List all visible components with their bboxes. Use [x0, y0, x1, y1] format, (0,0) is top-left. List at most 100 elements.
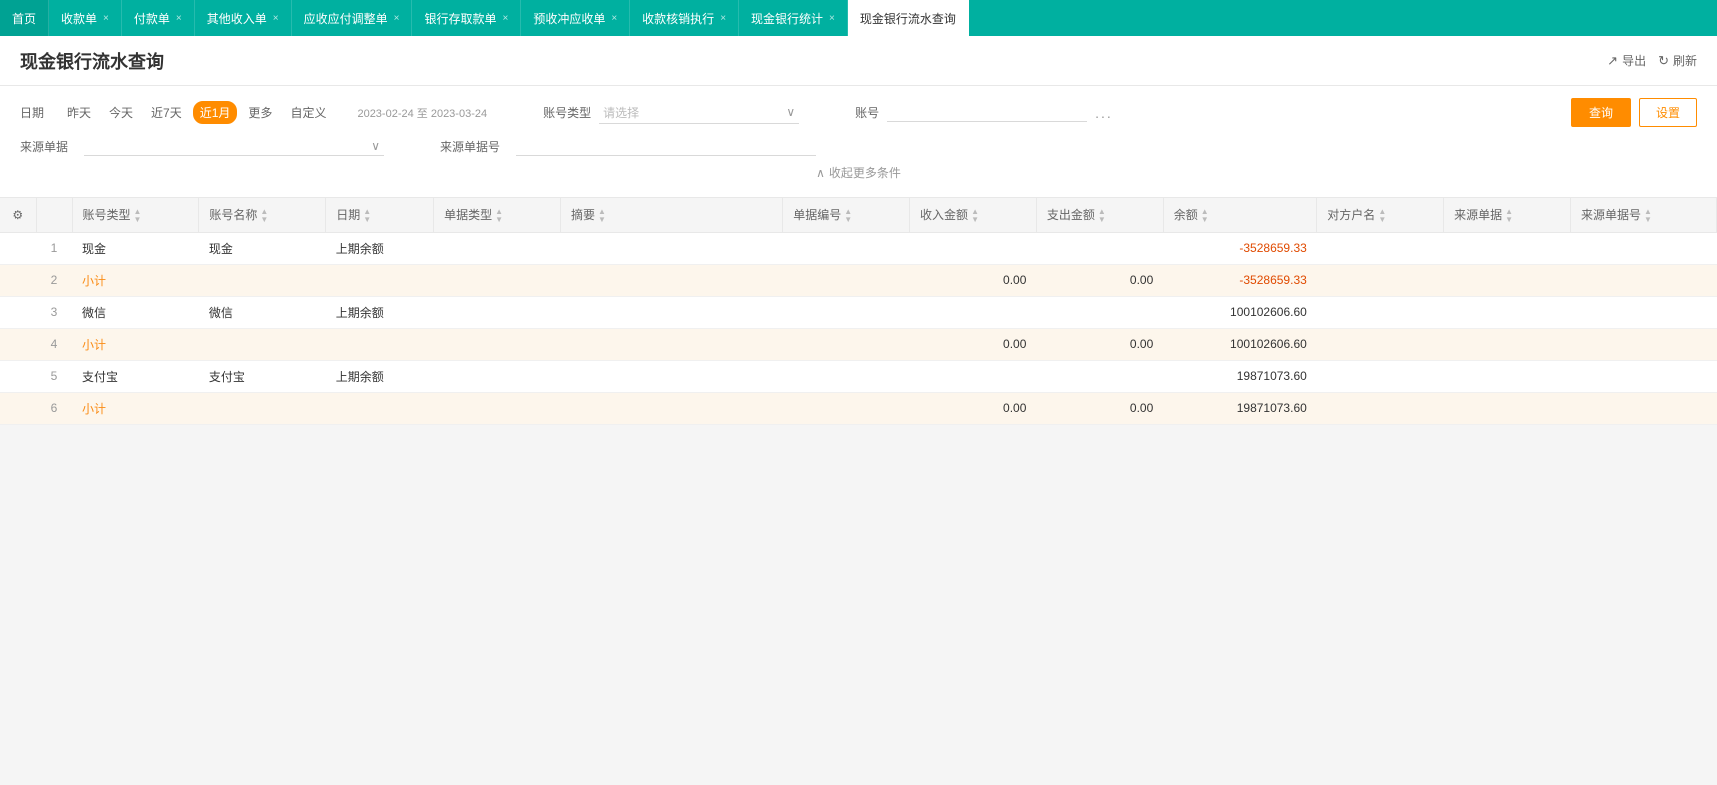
col-source-doc-no[interactable]: 来源单据号▲▼	[1571, 198, 1717, 232]
data-table-container: ⚙ 账号类型▲▼ 账号名称▲▼ 日期▲▼ 单据类型▲▼ 摘要▲▼ 单据编号▲▼ …	[0, 198, 1717, 425]
close-icon[interactable]: ×	[176, 13, 182, 24]
nav-tab-pre-collect[interactable]: 预收冲应收单 ×	[521, 0, 630, 36]
nav-tab-other-income[interactable]: 其他收入单 ×	[195, 0, 292, 36]
export-button[interactable]: ↗ 导出	[1607, 52, 1646, 69]
cell-source-doc-no	[1571, 264, 1717, 296]
nav-tab-ar-ap-adjust[interactable]: 应收应付调整单 ×	[292, 0, 413, 36]
row-number: 2	[36, 264, 72, 296]
filter-row-2: 来源单据 ∨ 来源单据号	[20, 137, 1697, 156]
cell-income: 0.00	[910, 328, 1037, 360]
col-date[interactable]: 日期▲▼	[326, 198, 434, 232]
cell-source-doc-no	[1571, 232, 1717, 264]
col-doc-no[interactable]: 单据编号▲▼	[783, 198, 910, 232]
date-shortcut-今天[interactable]: 今天	[102, 101, 140, 124]
date-shortcut-近7天[interactable]: 近7天	[144, 101, 189, 124]
cell-account-name	[199, 264, 326, 296]
cell-account-type: 小计	[72, 264, 199, 296]
row-number: 5	[36, 360, 72, 392]
date-shortcut-更多[interactable]: 更多	[241, 101, 279, 124]
close-icon[interactable]: ×	[273, 13, 279, 24]
cell-account-type: 现金	[72, 232, 199, 264]
row-number: 3	[36, 296, 72, 328]
cell-account-type: 小计	[72, 392, 199, 424]
close-icon[interactable]: ×	[720, 13, 726, 24]
row-number: 6	[36, 392, 72, 424]
col-gear[interactable]: ⚙	[0, 198, 36, 232]
col-account-type[interactable]: 账号类型▲▼	[72, 198, 199, 232]
nav-tab-cash-bank-stat[interactable]: 现金银行统计 ×	[739, 0, 848, 36]
col-balance[interactable]: 余额▲▼	[1163, 198, 1317, 232]
cell-account-name: 微信	[199, 296, 326, 328]
close-icon[interactable]: ×	[394, 13, 400, 24]
nav-tab-bank-deposit[interactable]: 银行存取款单 ×	[412, 0, 521, 36]
cell-account-name	[199, 392, 326, 424]
cell-balance: 100102606.60	[1163, 328, 1317, 360]
account-input[interactable]	[887, 103, 1087, 122]
cell-balance: 100102606.60	[1163, 296, 1317, 328]
date-shortcut-昨天[interactable]: 昨天	[60, 101, 98, 124]
cell-expense	[1036, 360, 1163, 392]
filter-area: 日期 昨天今天近7天近1月更多自定义 2023-02-24 至 2023-03-…	[0, 86, 1717, 198]
cell-account-name: 现金	[199, 232, 326, 264]
close-icon[interactable]: ×	[611, 13, 617, 24]
refresh-button[interactable]: ↻ 刷新	[1658, 52, 1697, 69]
settings-button[interactable]: 设置	[1639, 98, 1697, 127]
cell-doc-type	[434, 392, 561, 424]
cell-expense: 0.00	[1036, 392, 1163, 424]
collapse-button[interactable]: ∧ 收起更多条件	[816, 160, 901, 185]
cell-doc-type	[434, 360, 561, 392]
source-doc-select[interactable]: ∨	[84, 137, 384, 156]
nav-home[interactable]: 首页	[0, 0, 49, 36]
cell-counterparty	[1317, 232, 1444, 264]
cell-date: 上期余额	[326, 296, 434, 328]
cell-date	[326, 264, 434, 296]
close-icon[interactable]: ×	[103, 13, 109, 24]
account-dots-button[interactable]: ...	[1095, 105, 1113, 121]
cell-balance: 19871073.60	[1163, 360, 1317, 392]
source-doc-arrow-icon: ∨	[371, 139, 380, 153]
col-doc-type[interactable]: 单据类型▲▼	[434, 198, 561, 232]
close-icon[interactable]: ×	[502, 13, 508, 24]
source-doc-no-input[interactable]	[516, 137, 816, 156]
cell-source-doc	[1444, 360, 1571, 392]
cell-source-doc	[1444, 296, 1571, 328]
col-account-name[interactable]: 账号名称▲▼	[199, 198, 326, 232]
col-income[interactable]: 收入金额▲▼	[910, 198, 1037, 232]
cell-counterparty	[1317, 360, 1444, 392]
cell-doc-type	[434, 232, 561, 264]
table-body: 1现金现金上期余额-3528659.332小计0.000.00-3528659.…	[0, 232, 1717, 424]
cell-account-name: 支付宝	[199, 360, 326, 392]
account-type-select[interactable]: 请选择 ∨	[599, 102, 799, 124]
cell-source-doc	[1444, 392, 1571, 424]
nav-tab-collection-exec[interactable]: 收款核销执行 ×	[630, 0, 739, 36]
cell-account-type: 微信	[72, 296, 199, 328]
cell-summary	[561, 296, 783, 328]
table-row: 6小计0.000.0019871073.60	[0, 392, 1717, 424]
nav-tab-cash-bank-flow[interactable]: 现金银行流水查询	[848, 0, 969, 36]
cell-date	[326, 392, 434, 424]
cell-date	[326, 328, 434, 360]
cell-doc-type	[434, 328, 561, 360]
date-shortcut-自定义[interactable]: 自定义	[283, 101, 333, 124]
col-counterparty[interactable]: 对方户名▲▼	[1317, 198, 1444, 232]
query-button[interactable]: 查询	[1571, 98, 1631, 127]
row-gear	[0, 296, 36, 328]
cell-counterparty	[1317, 392, 1444, 424]
close-icon[interactable]: ×	[829, 13, 835, 24]
nav-tab-payment[interactable]: 付款单 ×	[122, 0, 195, 36]
col-expense[interactable]: 支出金额▲▼	[1036, 198, 1163, 232]
cell-counterparty	[1317, 328, 1444, 360]
date-shortcut-近1月[interactable]: 近1月	[193, 101, 238, 124]
cell-expense: 0.00	[1036, 328, 1163, 360]
nav-tab-receipt[interactable]: 收款单 ×	[49, 0, 122, 36]
col-source-doc[interactable]: 来源单据▲▼	[1444, 198, 1571, 232]
cell-source-doc	[1444, 232, 1571, 264]
cell-income: 0.00	[910, 264, 1037, 296]
col-row-num	[36, 198, 72, 232]
col-summary[interactable]: 摘要▲▼	[561, 198, 783, 232]
page-title: 现金银行流水查询	[20, 48, 164, 74]
cell-source-doc	[1444, 264, 1571, 296]
page-header: 现金银行流水查询 ↗ 导出 ↻ 刷新	[0, 36, 1717, 86]
gear-icon: ⚙	[12, 208, 23, 222]
cell-doc-no	[783, 296, 910, 328]
